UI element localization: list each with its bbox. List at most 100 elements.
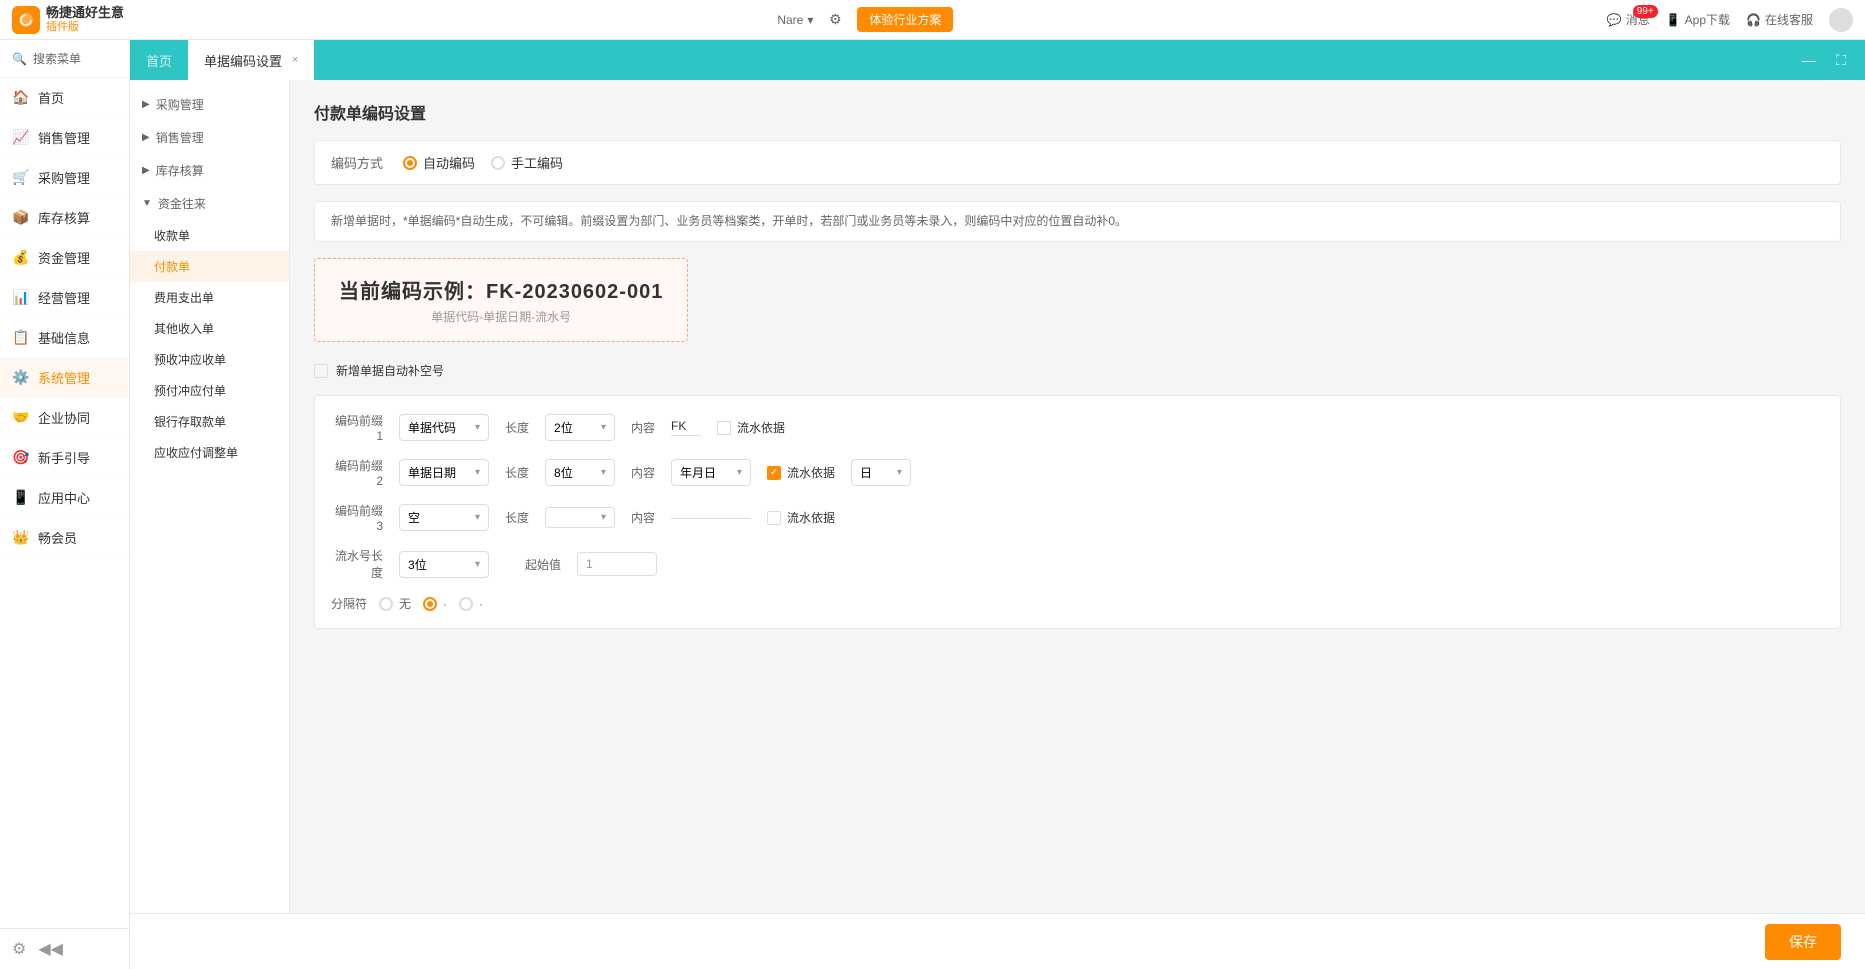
top-bar-controls: Nare ▾ ⚙ 体验行业方案 — [777, 7, 953, 32]
chevron-down-icon: ▾ — [807, 13, 813, 27]
tab-close-icon[interactable]: × — [292, 54, 298, 66]
search-menu[interactable]: 🔍 搜索菜单 — [0, 40, 129, 78]
sidebar-item-newbie[interactable]: 🎯 新手引导 — [0, 438, 129, 478]
prefix3-select[interactable]: 空 ▾ — [399, 504, 489, 531]
sec-item-receipt[interactable]: 收款单 — [130, 220, 289, 251]
app-center-icon: 📱 — [12, 489, 30, 507]
sidebar-item-purchase[interactable]: 🛒 采购管理 — [0, 158, 129, 198]
prefix2-serial-check[interactable]: ✓ — [767, 466, 781, 480]
gear-icon[interactable]: ⚙ — [823, 8, 847, 32]
auto-encoding-radio[interactable]: 自动编码 — [403, 153, 475, 172]
sidebar-item-inventory[interactable]: 📦 库存核算 — [0, 198, 129, 238]
separator-row: 分隔符 无 · · — [331, 595, 1824, 612]
prefix2-select[interactable]: 单据日期 ▾ — [399, 459, 489, 486]
sidebar-item-system[interactable]: ⚙️ 系统管理 — [0, 358, 129, 398]
expand-icon-purchase: ▶ — [142, 99, 150, 110]
sidebar-item-member[interactable]: 👑 畅会员 — [0, 518, 129, 558]
top-bar: 畅捷通好生意 插件版 Nare ▾ ⚙ 体验行业方案 💬 消息 99+ 📱 Ap… — [0, 0, 1865, 40]
tab-bar: 首页 单据编码设置 × — ⛶ — [130, 40, 1865, 80]
prefix1-serial-checkbox[interactable]: 流水依据 — [717, 419, 785, 436]
sidebar-item-enterprise[interactable]: 🤝 企业协同 — [0, 398, 129, 438]
sep-dot2-circle — [459, 597, 473, 611]
prefix1-select[interactable]: 单据代码 ▾ — [399, 414, 489, 441]
prefix1-serial-check[interactable] — [717, 421, 731, 435]
sec-item-adjust[interactable]: 应收应付调整单 — [130, 437, 289, 468]
sep-dot2-label: · — [479, 597, 483, 611]
message-button[interactable]: 💬 消息 99+ — [1607, 11, 1650, 28]
tab-encoding-settings[interactable]: 单据编码设置 × — [188, 40, 314, 80]
prefix3-label: 编码前缀3 — [331, 502, 383, 533]
brand: 畅捷通好生意 插件版 — [12, 5, 124, 34]
sec-group-sales: ▶ 销售管理 — [130, 121, 289, 154]
prefix3-content-label: 内容 — [631, 509, 655, 526]
save-button[interactable]: 保存 — [1765, 924, 1841, 960]
sec-item-prepay-pay[interactable]: 预付冲应付单 — [130, 375, 289, 406]
tab-home[interactable]: 首页 — [130, 40, 188, 80]
prefix2-label: 编码前缀2 — [331, 457, 383, 488]
prefix1-length-arrow: ▾ — [601, 422, 606, 433]
sep-none-radio[interactable]: 无 — [379, 595, 411, 612]
prefix2-content-arrow: ▾ — [737, 467, 742, 478]
tab-bar-right: — ⛶ — [1797, 48, 1865, 72]
preview-box: 当前编码示例：FK-20230602-001 单据代码-单据日期-流水号 — [314, 258, 688, 342]
sidebar-item-basic-info[interactable]: 📋 基础信息 — [0, 318, 129, 358]
minimize-icon[interactable]: — — [1797, 48, 1821, 72]
sec-item-expense[interactable]: 费用支出单 — [130, 282, 289, 313]
auto-fill-checkbox[interactable] — [314, 364, 328, 378]
sec-group-purchase-header[interactable]: ▶ 采购管理 — [130, 88, 289, 121]
app-download-button[interactable]: 📱 App下载 — [1666, 11, 1730, 28]
operations-icon: 📊 — [12, 289, 30, 307]
maximize-icon[interactable]: ⛶ — [1829, 48, 1853, 72]
prefix2-content-select[interactable]: 年月日 ▾ — [671, 459, 751, 486]
secondary-sidebar: ▶ 采购管理 ▶ 销售管理 ▶ 库存核算 — [130, 80, 290, 913]
auto-fill-row: 新增单据自动补空号 — [314, 362, 1841, 379]
prefix2-serial-checkbox[interactable]: ✓ 流水依据 — [767, 464, 835, 481]
encoding-mode: 编码方式 自动编码 手工编码 — [314, 140, 1841, 185]
trial-button[interactable]: 体验行业方案 — [857, 7, 953, 32]
start-value-input[interactable] — [577, 552, 657, 576]
sidebar-item-sales[interactable]: 📈 销售管理 — [0, 118, 129, 158]
serial-length-select[interactable]: 3位 ▾ — [399, 551, 489, 578]
prefix3-serial-check[interactable] — [767, 511, 781, 525]
collapse-icon[interactable]: ◀◀ — [38, 939, 63, 959]
sidebar-item-home[interactable]: 🏠 首页 — [0, 78, 129, 118]
manual-encoding-radio[interactable]: 手工编码 — [491, 153, 563, 172]
sec-item-payment[interactable]: 付款单 — [130, 251, 289, 282]
sidebar-bottom: ⚙ ◀◀ — [0, 928, 129, 969]
info-text: 新增单据时，*单据编码*自动生成，不可编辑。前缀设置为部门、业务员等档案类，开单… — [314, 201, 1841, 242]
sidebar-item-operations[interactable]: 📊 经营管理 — [0, 278, 129, 318]
sec-group-funds-header[interactable]: ▼ 资金往来 — [130, 187, 289, 220]
sec-item-bank[interactable]: 银行存取款单 — [130, 406, 289, 437]
online-service-button[interactable]: 🎧 在线客服 — [1746, 11, 1813, 28]
sep-dot1-radio[interactable]: · — [423, 597, 447, 611]
prefix3-serial-checkbox[interactable]: 流水依据 — [767, 509, 835, 526]
brand-title: 畅捷通好生意 — [46, 5, 124, 21]
settings-bottom-icon[interactable]: ⚙ — [12, 939, 26, 959]
separator-label: 分隔符 — [331, 595, 367, 612]
prefix1-content-val: FK — [671, 419, 701, 436]
prefix2-select-arrow: ▾ — [475, 467, 480, 478]
prefix3-length-select[interactable]: ▾ — [545, 507, 615, 528]
prefix1-length-select[interactable]: 2位 ▾ — [545, 414, 615, 441]
user-avatar[interactable] — [1829, 8, 1853, 32]
home-icon: 🏠 — [12, 89, 30, 107]
brand-sub: 插件版 — [46, 21, 124, 34]
prefix2-length-select[interactable]: 8位 ▾ — [545, 459, 615, 486]
sec-group-purchase: ▶ 采购管理 — [130, 88, 289, 121]
prefix1-select-arrow: ▾ — [475, 422, 480, 433]
sidebar-item-finance[interactable]: 💰 资金管理 — [0, 238, 129, 278]
sec-group-sales-header[interactable]: ▶ 销售管理 — [130, 121, 289, 154]
sidebar-item-app-center[interactable]: 📱 应用中心 — [0, 478, 129, 518]
basic-info-icon: 📋 — [12, 329, 30, 347]
prefix3-length-label: 长度 — [505, 509, 529, 526]
nav-dropdown[interactable]: Nare ▾ — [777, 13, 813, 27]
sec-group-stock-header[interactable]: ▶ 库存核算 — [130, 154, 289, 187]
sec-item-other-income[interactable]: 其他收入单 — [130, 313, 289, 344]
prefix1-content-label: 内容 — [631, 419, 655, 436]
main-panel: 付款单编码设置 编码方式 自动编码 手工编码 — [290, 80, 1865, 913]
sec-group-funds: ▼ 资金往来 收款单 付款单 费用支出单 其他收入单 — [130, 187, 289, 468]
preview-desc: 单据代码-单据日期-流水号 — [339, 308, 663, 325]
prefix2-day-select[interactable]: 日 ▾ — [851, 459, 911, 486]
sec-item-prepay-recv[interactable]: 预收冲应收单 — [130, 344, 289, 375]
sep-dot2-radio[interactable]: · — [459, 597, 483, 611]
